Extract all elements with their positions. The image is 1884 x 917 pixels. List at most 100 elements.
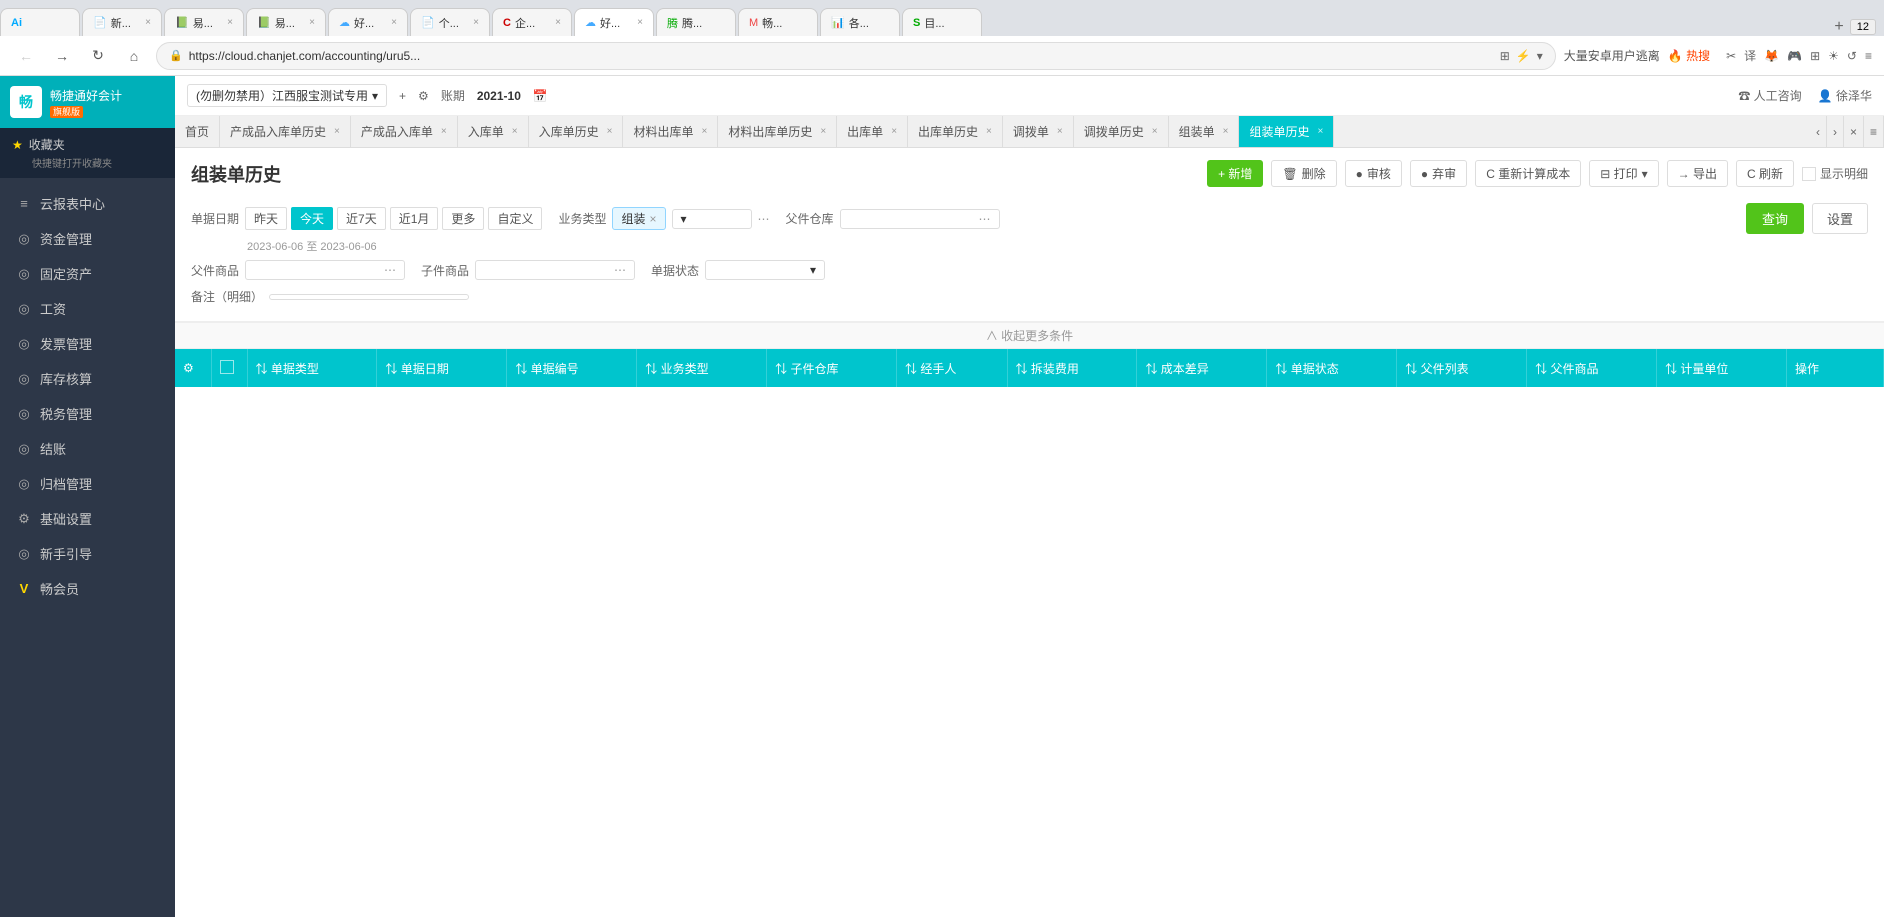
th-bill-date[interactable]: ⇅ 单据日期	[377, 349, 507, 387]
date-btn-more[interactable]: 更多	[442, 207, 484, 230]
sidebar-item-cloud-report[interactable]: ≡ 云报表中心	[0, 186, 175, 221]
biz-type-more[interactable]: ⋯	[758, 212, 770, 226]
refresh-button[interactable]: C 刷新	[1736, 160, 1794, 187]
flash-icon[interactable]: ⚡	[1516, 49, 1531, 63]
tab-ge2[interactable]: 📊各...	[820, 8, 900, 36]
dropdown-icon[interactable]: ▾	[1537, 49, 1543, 63]
tab-ai[interactable]: Ai	[0, 8, 80, 36]
display-toggle[interactable]: 显示明细	[1802, 165, 1868, 182]
tab-home[interactable]: 首页	[175, 116, 220, 148]
th-cost-diff[interactable]: ⇅ 成本差异	[1137, 349, 1267, 387]
user-service-btn[interactable]: ☎ 人工咨询	[1738, 87, 1801, 104]
sidebar-item-archive[interactable]: ◎ 归档管理	[0, 466, 175, 501]
grid-icon[interactable]: ⊞	[1810, 49, 1820, 63]
nav-refresh[interactable]: ↻	[84, 42, 112, 70]
th-bill-status[interactable]: ⇅ 单据状态	[1267, 349, 1397, 387]
date-btn-today[interactable]: 今天	[291, 207, 333, 230]
tab-yi2[interactable]: 📗易...×	[246, 8, 326, 36]
tab-close-current[interactable]: ×	[1844, 116, 1864, 148]
undo-icon[interactable]: ↺	[1847, 49, 1857, 63]
tab-in-bill-history[interactable]: 入库单历史 ×	[529, 116, 624, 148]
new-button[interactable]: + 新增	[1207, 160, 1263, 187]
tab-qi[interactable]: C企...×	[492, 8, 572, 36]
tab-in-bill[interactable]: 入库单 ×	[458, 116, 529, 148]
tab-close-icon[interactable]: ×	[607, 126, 613, 137]
tab-close-icon[interactable]: ×	[441, 126, 447, 137]
sidebar-item-settings[interactable]: ⚙ 基础设置	[0, 501, 175, 536]
tab-mu[interactable]: S目...	[902, 8, 982, 36]
tab-close-icon[interactable]: ×	[701, 126, 707, 137]
date-btn-custom[interactable]: 自定义	[488, 207, 542, 230]
calendar-icon[interactable]: 📅	[533, 89, 548, 103]
tab-close-icon[interactable]: ×	[334, 126, 340, 137]
date-btn-yesterday[interactable]: 昨天	[245, 207, 287, 230]
audit-button[interactable]: ● 审核	[1345, 160, 1402, 187]
sidebar-item-fixed-assets[interactable]: ◎ 固定资产	[0, 256, 175, 291]
th-disassembly-fee[interactable]: ⇅ 拆装费用	[1007, 349, 1137, 387]
tab-finished-product-in-history[interactable]: 产成品入库单历史 ×	[220, 116, 351, 148]
add-company-icon[interactable]: +	[399, 89, 406, 103]
note-input[interactable]	[269, 294, 469, 300]
print-button[interactable]: ⊟ 打印 ▾	[1589, 160, 1658, 187]
tab-close-icon[interactable]: ×	[891, 126, 897, 137]
biz-type-select[interactable]: ▾	[672, 209, 752, 229]
set-button[interactable]: 设置	[1812, 203, 1868, 234]
new-tab-icon[interactable]: +	[1834, 18, 1843, 36]
parent-warehouse-more-icon[interactable]: ⋯	[979, 212, 991, 226]
sidebar-item-invoice[interactable]: ◎ 发票管理	[0, 326, 175, 361]
th-bill-no[interactable]: ⇅ 单据编号	[507, 349, 637, 387]
delete-button[interactable]: 🗑 删除	[1271, 160, 1336, 187]
sidebar-item-tax[interactable]: ◎ 税务管理	[0, 396, 175, 431]
sidebar-item-inventory[interactable]: ◎ 库存核算	[0, 361, 175, 396]
parent-warehouse-input[interactable]: ⋯	[840, 209, 1000, 229]
nav-back[interactable]: ←	[12, 42, 40, 70]
child-goods-input[interactable]: ⋯	[475, 260, 635, 280]
nav-forward[interactable]: →	[48, 42, 76, 70]
tab-more-menu[interactable]: ≡	[1864, 116, 1884, 148]
user-avatar[interactable]: 👤 徐泽华	[1818, 87, 1872, 104]
tab-yi1[interactable]: 📗易...×	[164, 8, 244, 36]
tab-close-icon[interactable]: ×	[1152, 126, 1158, 137]
abandon-button[interactable]: ● 弃审	[1410, 160, 1467, 187]
display-checkbox[interactable]	[1802, 167, 1816, 181]
scissors-icon[interactable]: ✂	[1726, 49, 1736, 63]
translate-icon[interactable]: 译	[1744, 47, 1756, 64]
sidebar-item-member[interactable]: V 畅会员	[0, 571, 175, 606]
tab-material-out[interactable]: 材料出库单 ×	[623, 116, 718, 148]
company-selector[interactable]: (勿删勿禁用）江西服宝测试专用 ▾	[187, 84, 387, 107]
tab-out-bill-history[interactable]: 出库单历史 ×	[908, 116, 1003, 148]
tab-scroll-right[interactable]: ›	[1827, 116, 1844, 148]
tab-close-icon[interactable]: ×	[1317, 126, 1323, 137]
recalc-button[interactable]: C 重新计算成本	[1475, 160, 1581, 187]
address-bar[interactable]: 🔒 https://cloud.chanjet.com/accounting/u…	[156, 42, 1556, 70]
tab-teng[interactable]: 腾腾...	[656, 8, 736, 36]
collapse-bar[interactable]: ∧ 收起更多条件	[175, 322, 1884, 349]
th-bill-type[interactable]: ⇅ 单据类型	[247, 349, 377, 387]
tab-transfer-history[interactable]: 调拨单历史 ×	[1074, 116, 1169, 148]
tab-close-icon[interactable]: ×	[986, 126, 992, 137]
emoji-icon[interactable]: 🦊	[1764, 49, 1779, 63]
tab-assembly-history[interactable]: 组装单历史 ×	[1239, 116, 1334, 148]
child-goods-more-icon[interactable]: ⋯	[614, 263, 626, 277]
sidebar-item-settlement[interactable]: ◎ 结账	[0, 431, 175, 466]
sidebar-item-fund[interactable]: ◎ 资金管理	[0, 221, 175, 256]
parent-goods-input[interactable]: ⋯	[245, 260, 405, 280]
tab-close-icon[interactable]: ×	[1223, 126, 1229, 137]
th-handler[interactable]: ⇅ 经手人	[897, 349, 1008, 387]
date-btn-7days[interactable]: 近7天	[337, 207, 386, 230]
parent-goods-more-icon[interactable]: ⋯	[384, 263, 396, 277]
sidebar-item-salary[interactable]: ◎ 工资	[0, 291, 175, 326]
date-btn-1month[interactable]: 近1月	[390, 207, 439, 230]
table-settings-icon[interactable]: ⚙	[183, 361, 194, 375]
sidebar-item-guide[interactable]: ◎ 新手引导	[0, 536, 175, 571]
tab-out-bill[interactable]: 出库单 ×	[837, 116, 908, 148]
tab-close-icon[interactable]: ×	[512, 126, 518, 137]
tab-material-out-history[interactable]: 材料出库单历史 ×	[718, 116, 837, 148]
query-button[interactable]: 查询	[1746, 203, 1804, 234]
tab-chang[interactable]: M畅...	[738, 8, 818, 36]
th-parent-list[interactable]: ⇅ 父件列表	[1397, 349, 1527, 387]
tab-new[interactable]: 📄新...×	[82, 8, 162, 36]
qr-icon[interactable]: ⊞	[1500, 49, 1510, 63]
th-biz-type[interactable]: ⇅ 业务类型	[637, 349, 767, 387]
export-button[interactable]: → 导出	[1667, 160, 1728, 187]
